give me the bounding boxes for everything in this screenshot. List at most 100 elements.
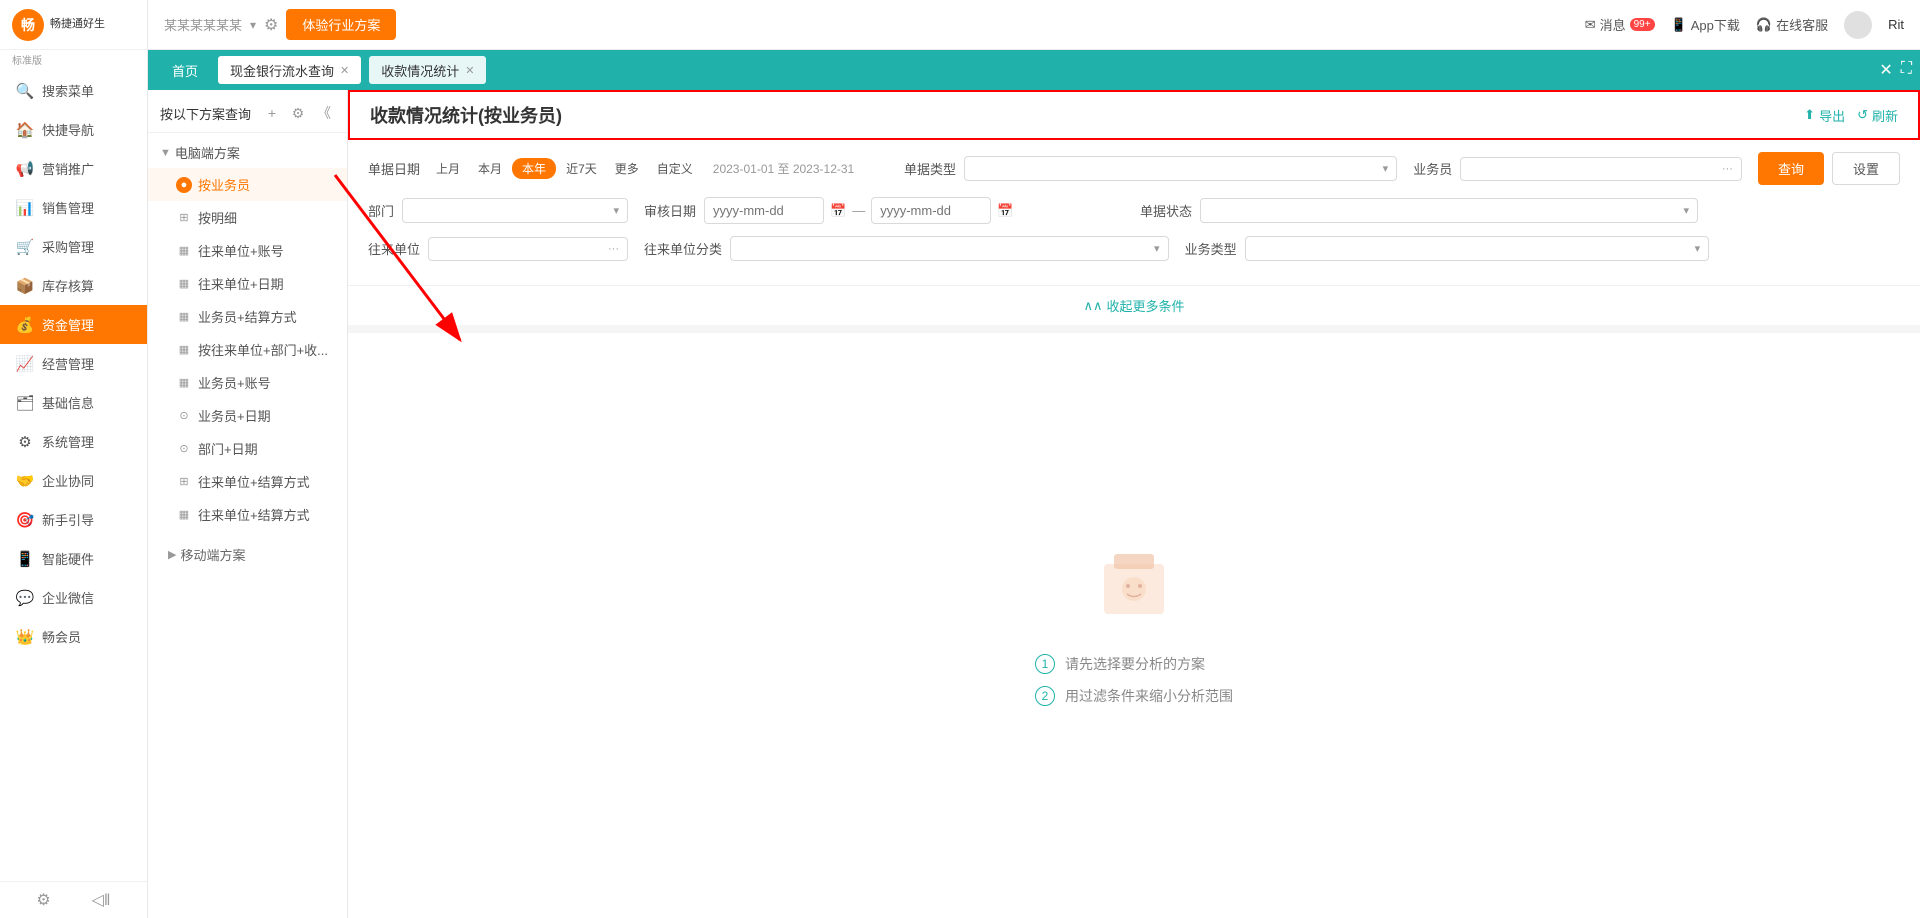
nav-icon: 🗂 (16, 394, 34, 412)
content-area: 按以下方案查询 + ⚙ 《 ▼ 电脑端方案 ● 按业务员 ⊞ 按明 (148, 90, 1920, 918)
left-panel-header: 按以下方案查询 + ⚙ 《 (148, 90, 347, 133)
tab-receipts[interactable]: 收款情况统计 ✕ (369, 56, 486, 84)
sidebar-item-系统管理[interactable]: ⚙系统管理 (0, 422, 147, 461)
sidebar-item-销售管理[interactable]: 📊销售管理 (0, 188, 147, 227)
tab-home[interactable]: 首页 (156, 50, 214, 90)
filter-row-2: 部门 ▾ 审核日期 📅 — (368, 197, 1900, 224)
collapse-panel-icon[interactable]: 《 (313, 102, 335, 124)
partner-category-select[interactable]: ▾ (730, 236, 1169, 261)
online-service-label: 在线客服 (1776, 15, 1828, 34)
scheme-by-staff[interactable]: ● 按业务员 (148, 168, 347, 201)
date-tab-this-year[interactable]: 本年 (512, 158, 556, 179)
sidebar-item-营销推广[interactable]: 📢营销推广 (0, 149, 147, 188)
scheme-partner-date-label: 往来单位+日期 (198, 274, 284, 293)
dept-select[interactable]: ▾ (402, 198, 628, 223)
add-scheme-icon[interactable]: + (261, 102, 283, 124)
messages-btn[interactable]: ✉ 消息 99+ (1585, 15, 1655, 34)
sidebar-item-资金管理[interactable]: 💰资金管理 (0, 305, 147, 344)
voucher-status-arrow: ▾ (1683, 204, 1689, 217)
collapse-sidebar-icon[interactable]: ◁‖ (92, 890, 111, 910)
date-tab-this-month[interactable]: 本月 (470, 157, 510, 180)
settings-button[interactable]: 设置 (1832, 152, 1900, 185)
sidebar-item-企业微信[interactable]: 💬企业微信 (0, 578, 147, 617)
expand-window-icon[interactable]: ⛶ (1901, 60, 1912, 80)
voucher-status-select[interactable]: ▾ (1200, 198, 1698, 223)
audit-date-end-calendar-icon[interactable]: 📅 (997, 203, 1013, 219)
date-tab-custom[interactable]: 自定义 (649, 157, 701, 180)
collapse-filters-btn[interactable]: ∧∧ 收起更多条件 (348, 285, 1920, 325)
scheme-partner-dept[interactable]: ▦ 按往来单位+部门+收... (148, 333, 347, 366)
staff-more-btn[interactable]: ··· (1722, 163, 1733, 175)
nav-icon: 🎯 (16, 511, 34, 529)
scheme-group-mobile-title[interactable]: ▶ 移动端方案 (148, 539, 347, 570)
voucher-type-select[interactable]: ▾ (964, 156, 1397, 181)
audit-date-start-calendar-icon[interactable]: 📅 (830, 203, 846, 219)
chevron-down-icon: ▼ (160, 147, 171, 159)
partner-more-btn[interactable]: ··· (608, 243, 619, 255)
scheme-settings-icon[interactable]: ⚙ (287, 102, 309, 124)
staff-select[interactable]: ··· (1460, 157, 1742, 181)
date-tab-7days[interactable]: 近7天 (558, 157, 605, 180)
scheme-dept-date[interactable]: ⊙ 部门+日期 (148, 432, 347, 465)
trial-button[interactable]: 体验行业方案 (286, 9, 396, 40)
sidebar-item-快捷导航[interactable]: 🏠快捷导航 (0, 110, 147, 149)
messages-badge: 99+ (1630, 18, 1655, 31)
nav-label: 采购管理 (42, 237, 94, 256)
filter-voucher-status: 单据状态 ▾ (1140, 198, 1698, 223)
audit-date-start-input[interactable] (704, 197, 824, 224)
partner-category-label: 往来单位分类 (644, 239, 722, 258)
scheme-staff-date-icon: ⊙ (176, 408, 192, 424)
scheme-partner-settle1-icon: ⊞ (176, 474, 192, 490)
filter-business-type: 业务类型 ▾ (1185, 236, 1710, 261)
date-tab-more[interactable]: 更多 (607, 157, 647, 180)
refresh-button[interactable]: ↺ 刷新 (1857, 106, 1898, 125)
scheme-staff-acct-icon: ▦ (176, 375, 192, 391)
sidebar-item-基础信息[interactable]: 🗂基础信息 (0, 383, 147, 422)
sidebar-item-经营管理[interactable]: 📈经营管理 (0, 344, 147, 383)
tab-receipts-close[interactable]: ✕ (465, 64, 474, 77)
scheme-group-desktop-title[interactable]: ▼ 电脑端方案 (148, 137, 347, 168)
sidebar-item-畅会员[interactable]: 👑畅会员 (0, 617, 147, 656)
audit-date-end-input[interactable] (871, 197, 991, 224)
header-dropdown-icon[interactable]: ▾ (250, 18, 256, 32)
business-type-select[interactable]: ▾ (1245, 236, 1710, 261)
sidebar-item-库存核算[interactable]: 📦库存核算 (0, 266, 147, 305)
sidebar-item-新手引导[interactable]: 🎯新手引导 (0, 500, 147, 539)
voucher-type-arrow: ▾ (1383, 162, 1389, 175)
scheme-by-detail[interactable]: ⊞ 按明细 (148, 201, 347, 234)
scheme-staff-settlement[interactable]: ▦ 业务员+结算方式 (148, 300, 347, 333)
sidebar-item-采购管理[interactable]: 🛒采购管理 (0, 227, 147, 266)
scheme-partner-date[interactable]: ▦ 往来单位+日期 (148, 267, 347, 300)
partner-select[interactable]: ··· (428, 237, 628, 261)
scheme-partner-settle1[interactable]: ⊞ 往来单位+结算方式 (148, 465, 347, 498)
app-download-btn[interactable]: 📱 App下载 (1671, 15, 1740, 34)
left-panel-actions: + ⚙ 《 (261, 102, 335, 124)
nav-label: 快捷导航 (42, 120, 94, 139)
date-tab-last-month[interactable]: 上月 (428, 157, 468, 180)
export-button[interactable]: ⬆ 导出 (1804, 106, 1845, 125)
user-avatar[interactable] (1844, 11, 1872, 39)
scheme-staff-date[interactable]: ⊙ 业务员+日期 (148, 399, 347, 432)
settings-bottom-icon[interactable]: ⚙ (36, 890, 50, 910)
scheme-staff-account[interactable]: ▦ 业务员+账号 (148, 366, 347, 399)
nav-label: 企业协同 (42, 471, 94, 490)
online-service-btn[interactable]: 🎧 在线客服 (1756, 15, 1828, 34)
header-left: 某某某某某某 ▾ ⚙ 体验行业方案 (164, 9, 396, 40)
business-type-label: 业务类型 (1185, 239, 1237, 258)
nav-label: 系统管理 (42, 432, 94, 451)
tab-cash-flow-close[interactable]: ✕ (340, 64, 349, 77)
scheme-partner-account[interactable]: ▦ 往来单位+账号 (148, 234, 347, 267)
scheme-partner-settle2[interactable]: ▦ 往来单位+结算方式 (148, 498, 347, 531)
nav-icon: 📢 (16, 160, 34, 178)
nav-icon: 📈 (16, 355, 34, 373)
query-button[interactable]: 查询 (1758, 152, 1824, 185)
tab-cash-flow[interactable]: 现金银行流水查询 ✕ (218, 56, 361, 84)
filter-row-1: 单据日期 上月 本月 本年 近7天 更多 自定义 20 (368, 152, 1900, 185)
empty-steps: 1 请先选择要分析的方案 2 用过滤条件来缩小分析范围 (1035, 654, 1233, 718)
sidebar-item-智能硬件[interactable]: 📱智能硬件 (0, 539, 147, 578)
sidebar-item-企业协同[interactable]: 🤝企业协同 (0, 461, 147, 500)
sidebar-item-搜索菜单[interactable]: 🔍搜索菜单 (0, 71, 147, 110)
filter-row-3: 往来单位 ··· 往来单位分类 ▾ (368, 236, 1900, 261)
close-window-icon[interactable]: ✕ (1879, 60, 1892, 80)
header-gear-icon[interactable]: ⚙ (264, 15, 278, 35)
